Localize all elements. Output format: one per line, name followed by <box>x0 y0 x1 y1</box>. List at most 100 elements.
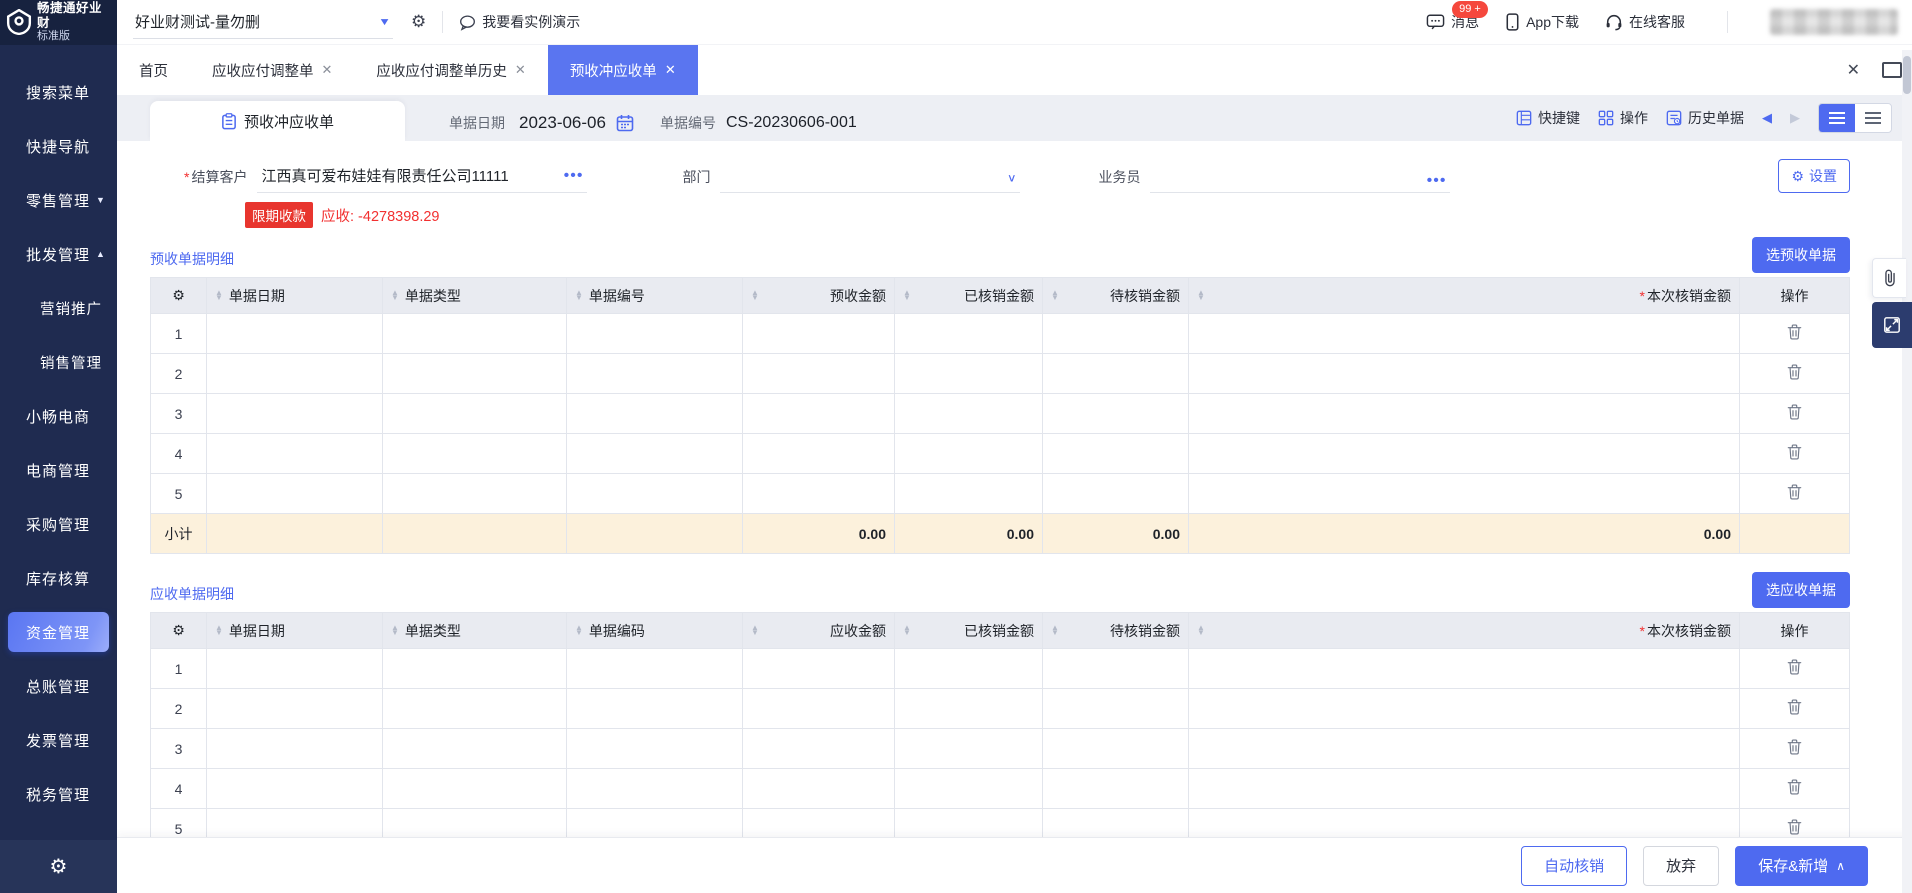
empty-cell[interactable] <box>1188 768 1740 809</box>
empty-cell[interactable] <box>1042 433 1189 474</box>
col-header-writtenoff-amount[interactable]: ▲ ▼ 已核销金额 <box>894 277 1043 314</box>
empty-cell[interactable] <box>894 473 1043 514</box>
ellipsis-picker-icon[interactable]: ••• <box>564 168 584 183</box>
online-service-button[interactable]: 在线客服 <box>1605 12 1685 32</box>
sort-icon[interactable]: ▲ ▼ <box>575 288 583 300</box>
empty-cell[interactable] <box>1188 393 1740 434</box>
delete-row-button[interactable] <box>1785 657 1804 680</box>
sidebar-item-search-menu[interactable]: 搜索菜单 <box>0 65 117 119</box>
delete-row-button[interactable] <box>1785 442 1804 465</box>
empty-cell[interactable] <box>742 728 895 769</box>
delete-row-button[interactable] <box>1785 482 1804 505</box>
col-header-doc-code[interactable]: ▲ ▼ 单据编码 <box>566 612 743 649</box>
chevron-down-icon[interactable]: ∨ <box>1007 171 1017 185</box>
close-icon[interactable]: ✕ <box>515 62 526 78</box>
empty-cell[interactable] <box>894 353 1043 394</box>
empty-cell[interactable] <box>1188 313 1740 354</box>
sort-icon[interactable]: ▲ ▼ <box>1051 288 1059 300</box>
shortcut-keys-button[interactable]: 快捷键 <box>1516 108 1580 128</box>
empty-cell[interactable] <box>1188 353 1740 394</box>
save-and-new-button[interactable]: 保存&新增 ∧ <box>1735 845 1868 886</box>
tab-prepaid-writeoff[interactable]: 预收冲应收单 ✕ <box>547 45 698 95</box>
sidebar-item-inventory[interactable]: 库存核算 <box>0 551 117 605</box>
attachment-button[interactable] <box>1872 258 1906 298</box>
select-prepaid-docs-button[interactable]: 选预收单据 <box>1752 237 1850 273</box>
tab-adjustment[interactable]: 应收应付调整单 ✕ <box>190 45 354 95</box>
delete-row-button[interactable] <box>1785 737 1804 760</box>
close-all-tabs-icon[interactable]: ✕ <box>1839 56 1868 84</box>
sidebar-item-tax[interactable]: 税务管理 <box>0 767 117 821</box>
delete-row-button[interactable] <box>1785 697 1804 720</box>
expand-panel-button[interactable] <box>1872 302 1912 348</box>
col-header-writtenoff-amount[interactable]: ▲ ▼ 已核销金额 <box>894 612 1043 649</box>
sort-icon[interactable]: ▲ ▼ <box>1197 288 1205 300</box>
sidebar-item-wholesale[interactable]: 批发管理 ▲ <box>0 227 117 281</box>
empty-cell[interactable] <box>566 728 743 769</box>
actions-button[interactable]: 操作 <box>1598 108 1648 128</box>
empty-cell[interactable] <box>742 688 895 729</box>
col-header-doc-type[interactable]: ▲ ▼ 单据类型 <box>382 277 567 314</box>
empty-cell[interactable] <box>894 808 1043 837</box>
list-view-button[interactable] <box>1819 104 1855 132</box>
messages-button[interactable]: 消息 99 + <box>1426 1 1488 32</box>
column-settings-button[interactable]: ⚙ <box>150 277 207 314</box>
empty-cell[interactable] <box>382 473 567 514</box>
sidebar-item-general-ledger[interactable]: 总账管理 <box>0 659 117 713</box>
salesman-field[interactable]: ••• <box>1150 173 1451 193</box>
sidebar-item-marketing[interactable]: 营销推广 <box>0 281 117 335</box>
empty-cell[interactable] <box>742 393 895 434</box>
empty-cell[interactable] <box>382 688 567 729</box>
empty-cell[interactable] <box>382 353 567 394</box>
sort-icon[interactable]: ▲ ▼ <box>903 288 911 300</box>
cancel-button[interactable]: 放弃 <box>1643 845 1720 886</box>
empty-cell[interactable] <box>1042 688 1189 729</box>
empty-cell[interactable] <box>742 648 895 689</box>
auto-writeoff-button[interactable]: 自动核销 <box>1521 845 1628 886</box>
empty-cell[interactable] <box>382 313 567 354</box>
sidebar-item-quick-nav[interactable]: 快捷导航 <box>0 119 117 173</box>
empty-cell[interactable] <box>566 768 743 809</box>
empty-cell[interactable] <box>894 688 1043 729</box>
empty-cell[interactable] <box>742 433 895 474</box>
sidebar-item-ecommerce[interactable]: 电商管理 <box>0 443 117 497</box>
sidebar-item-funds[interactable]: 资金管理 <box>8 612 109 652</box>
select-receivable-docs-button[interactable]: 选应收单据 <box>1752 572 1850 608</box>
delete-row-button[interactable] <box>1785 402 1804 425</box>
sidebar-item-sales[interactable]: 销售管理 <box>0 335 117 389</box>
empty-cell[interactable] <box>1042 808 1189 837</box>
date-value[interactable]: 2023-06-06 <box>519 113 606 133</box>
empty-cell[interactable] <box>742 313 895 354</box>
sort-icon[interactable]: ▲ ▼ <box>215 623 223 635</box>
delete-row-button[interactable] <box>1785 777 1804 800</box>
empty-cell[interactable] <box>894 728 1043 769</box>
vertical-scrollbar[interactable] <box>1902 50 1912 893</box>
empty-cell[interactable] <box>566 648 743 689</box>
sort-icon[interactable]: ▲ ▼ <box>903 623 911 635</box>
delete-row-button[interactable] <box>1785 322 1804 345</box>
col-header-doc-date[interactable]: ▲ ▼ 单据日期 <box>206 277 383 314</box>
column-settings-button[interactable]: ⚙ <box>150 612 207 649</box>
empty-cell[interactable] <box>206 688 383 729</box>
customer-field[interactable]: 江西真可爱布娃娃有限责任公司11111 ••• <box>257 163 588 193</box>
empty-cell[interactable] <box>1042 313 1189 354</box>
close-icon[interactable]: ✕ <box>322 62 333 78</box>
sidebar-item-retail[interactable]: 零售管理 ▼ <box>0 173 117 227</box>
empty-cell[interactable] <box>566 473 743 514</box>
prev-doc-icon[interactable]: ◀ <box>1762 110 1772 126</box>
empty-cell[interactable] <box>566 393 743 434</box>
empty-cell[interactable] <box>1042 393 1189 434</box>
empty-cell[interactable] <box>566 688 743 729</box>
col-header-pending-amount[interactable]: ▲ ▼ 待核销金额 <box>1042 277 1189 314</box>
col-header-doc-type[interactable]: ▲ ▼ 单据类型 <box>382 612 567 649</box>
section2-title-link[interactable]: 应收单据明细 <box>150 584 234 608</box>
scrollbar-thumb[interactable] <box>1903 56 1911 94</box>
section1-title-link[interactable]: 预收单据明细 <box>150 249 234 273</box>
empty-cell[interactable] <box>742 768 895 809</box>
empty-cell[interactable] <box>1042 353 1189 394</box>
empty-cell[interactable] <box>382 808 567 837</box>
user-name-redacted[interactable] <box>1770 9 1898 35</box>
empty-cell[interactable] <box>382 728 567 769</box>
tab-home[interactable]: 首页 <box>117 45 190 95</box>
col-header-pending-amount[interactable]: ▲ ▼ 待核销金额 <box>1042 612 1189 649</box>
empty-cell[interactable] <box>206 353 383 394</box>
